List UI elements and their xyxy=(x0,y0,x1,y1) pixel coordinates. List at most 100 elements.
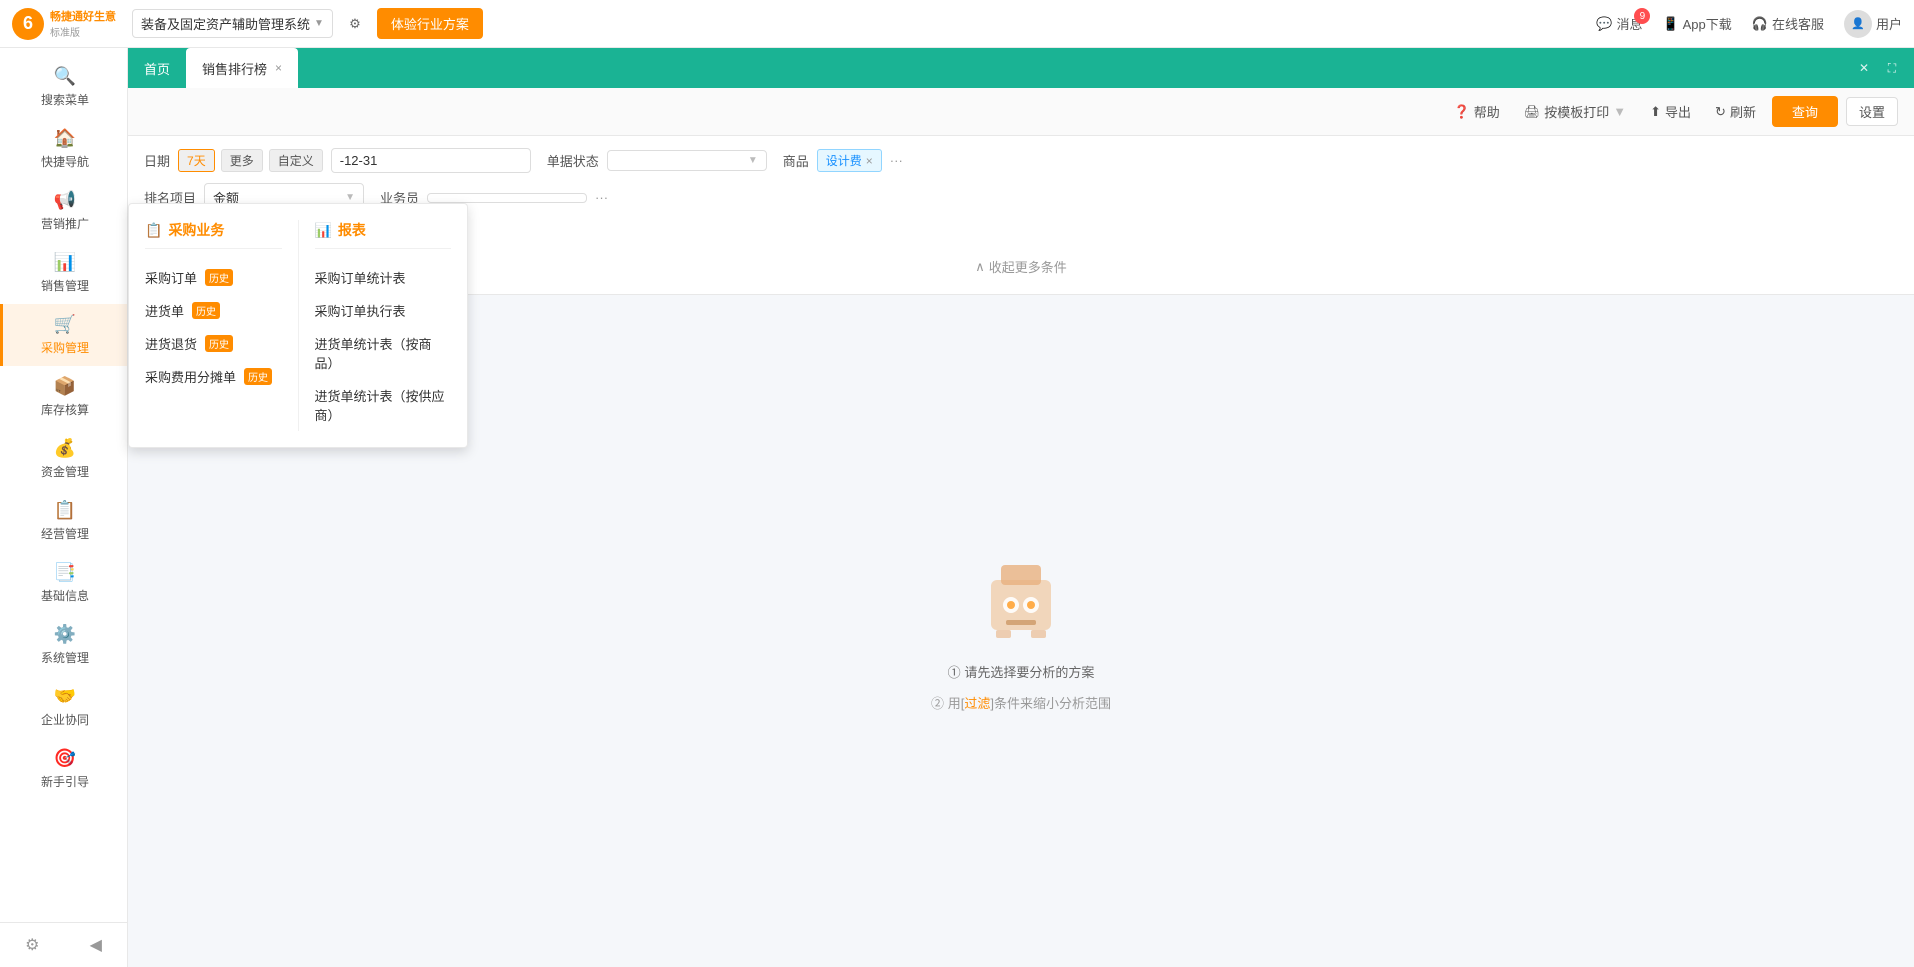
purchase-dropdown-menu: 📋 采购业务 采购订单 历史 进货单 历史 进货退货 历史 xyxy=(128,203,468,448)
sidebar-item-purchase[interactable]: 🛒 采购管理 xyxy=(0,304,127,366)
docstatus-input[interactable]: ▼ xyxy=(607,150,767,171)
empty-text-line2: ② 用[过滤]条件来缩小分析范围 xyxy=(931,693,1111,712)
sidebar-settings-button[interactable]: ⚙ xyxy=(25,935,39,955)
tab-sales-ranking[interactable]: 销售排行榜 × xyxy=(186,48,298,88)
menu-item-receipt-stats-goods[interactable]: 进货单统计表（按商品） xyxy=(315,327,452,379)
home-icon: 🏠 xyxy=(54,128,76,149)
gear-button[interactable]: ⚙ xyxy=(341,10,369,38)
collapse-icon: ∧ xyxy=(975,259,985,275)
history-badge: 历史 xyxy=(205,269,233,286)
search-icon: 🔍 xyxy=(54,66,76,87)
sidebar-item-marketing[interactable]: 📢 营销推广 xyxy=(0,180,127,242)
sidebar-item-system[interactable]: ⚙️ 系统管理 xyxy=(0,614,127,676)
tab-action-close-button[interactable]: ✕ xyxy=(1854,58,1874,78)
menu-col-business: 📋 采购业务 采购订单 历史 进货单 历史 进货退货 历史 xyxy=(145,220,282,431)
logo-area: 6 畅捷通好生意 标准版 xyxy=(12,8,116,40)
top-right-area: 💬 消息 9 📱 App下载 🎧 在线客服 👤 用户 xyxy=(1596,10,1902,38)
menu-col-business-title: 📋 采购业务 xyxy=(145,220,282,249)
rank-arrow-icon: ▼ xyxy=(345,192,355,203)
main-area: 🔍 搜索菜单 🏠 快捷导航 📢 营销推广 📊 销售管理 🛒 采购管 xyxy=(0,48,1914,967)
filter-docstatus-group: 单据状态 ▼ xyxy=(547,150,767,171)
empty-icon-2: ② xyxy=(931,696,944,711)
sidebar-item-operations[interactable]: 📋 经营管理 xyxy=(0,490,127,552)
sidebar-item-label: 快捷导航 xyxy=(41,153,89,170)
menu-col-reports: 📊 报表 采购订单统计表 采购订单执行表 进货单统计表（按商品） 进货单统计表（… xyxy=(298,220,452,431)
message-button[interactable]: 💬 消息 9 xyxy=(1596,14,1642,33)
menu-item-purchase-expense[interactable]: 采购费用分摊单 历史 xyxy=(145,360,282,393)
sidebar-item-label: 销售管理 xyxy=(41,277,89,294)
sales-icon: 📊 xyxy=(54,252,76,273)
logo-text: 畅捷通好生意 标准版 xyxy=(50,8,116,39)
marketing-icon: 📢 xyxy=(54,190,76,211)
sidebar-item-basic-info[interactable]: 📑 基础信息 xyxy=(0,552,127,614)
basic-info-icon: 📑 xyxy=(54,562,76,583)
tab-close-button[interactable]: × xyxy=(275,61,282,75)
refresh-button[interactable]: ↻ 刷新 xyxy=(1707,98,1764,125)
export-button[interactable]: ⬆ 导出 xyxy=(1642,98,1699,125)
gear-icon: ⚙ xyxy=(349,16,361,32)
system-icon: ⚙️ xyxy=(54,624,76,645)
date-value: -12-31 xyxy=(340,153,378,168)
tab-actions: ✕ ⛶ xyxy=(1854,58,1914,78)
menu-item-purchase-order[interactable]: 采购订单 历史 xyxy=(145,261,282,294)
reports-menu-icon: 📊 xyxy=(315,222,332,239)
sidebar-bottom: ⚙ ◀ xyxy=(0,922,127,967)
empty-text-line1: ① 请先选择要分析的方案 xyxy=(948,662,1095,681)
empty-illustration xyxy=(961,550,1081,650)
tab-action-maximize-button[interactable]: ⛶ xyxy=(1882,58,1902,78)
industry-button[interactable]: 体验行业方案 xyxy=(377,8,483,39)
empty-state: ① 请先选择要分析的方案 ② 用[过滤]条件来缩小分析范围 xyxy=(931,550,1111,712)
query-button[interactable]: 查询 xyxy=(1772,96,1838,127)
sidebar-item-label: 库存核算 xyxy=(41,401,89,418)
sidebar-item-sales[interactable]: 📊 销售管理 xyxy=(0,242,127,304)
help-button[interactable]: ❓ 帮助 xyxy=(1446,98,1508,125)
print-icon: 🖨 xyxy=(1524,104,1541,120)
sidebar-item-label: 企业协同 xyxy=(41,711,89,728)
goods-tag-close[interactable]: × xyxy=(866,154,873,168)
message-icon: 💬 xyxy=(1596,16,1612,32)
time-btn-7days[interactable]: 7天 xyxy=(178,149,215,172)
sidebar-item-label: 经营管理 xyxy=(41,525,89,542)
phone-icon: 📱 xyxy=(1662,16,1678,32)
sidebar-collapse-button[interactable]: ◀ xyxy=(90,935,102,955)
avatar: 👤 xyxy=(1844,10,1872,38)
sidebar-item-search[interactable]: 🔍 搜索菜单 xyxy=(0,56,127,118)
toolbar-right: ❓ 帮助 🖨 按模板打印 ▼ ⬆ 导出 ↻ 刷新 xyxy=(1446,96,1898,127)
sidebar-item-quicknav[interactable]: 🏠 快捷导航 xyxy=(0,118,127,180)
menu-item-po-stats[interactable]: 采购订单统计表 xyxy=(315,261,452,294)
tab-bar: 首页 销售排行榜 × ✕ ⛶ xyxy=(128,48,1914,88)
app-download-button[interactable]: 📱 App下载 xyxy=(1662,14,1731,33)
salesman-more-options[interactable]: ··· xyxy=(595,190,608,205)
sidebar-item-label: 新手引导 xyxy=(41,773,89,790)
user-button[interactable]: 👤 用户 xyxy=(1844,10,1902,38)
sidebar-item-inventory[interactable]: 📦 库存核算 xyxy=(0,366,127,428)
menu-item-goods-receipt[interactable]: 进货单 历史 xyxy=(145,294,282,327)
online-service-button[interactable]: 🎧 在线客服 xyxy=(1752,14,1824,33)
inventory-icon: 📦 xyxy=(54,376,76,397)
date-input[interactable]: -12-31 xyxy=(331,148,531,173)
print-dropdown-icon: ▼ xyxy=(1613,104,1626,119)
history-badge: 历史 xyxy=(205,335,233,352)
sidebar-item-newbie[interactable]: 🎯 新手引导 xyxy=(0,738,127,800)
settings-button[interactable]: 设置 xyxy=(1846,97,1898,126)
print-button[interactable]: 🖨 按模板打印 ▼ xyxy=(1516,98,1634,125)
menu-item-po-execute[interactable]: 采购订单执行表 xyxy=(315,294,452,327)
tab-home[interactable]: 首页 xyxy=(128,48,186,88)
system-title-dropdown[interactable]: 装备及固定资产辅助管理系统 ▼ xyxy=(132,9,333,38)
goods-more-options[interactable]: ··· xyxy=(890,153,903,168)
salesman-input[interactable] xyxy=(427,193,587,203)
menu-col-reports-title: 📊 报表 xyxy=(315,220,452,249)
filter-time-presets: 7天 更多 自定义 xyxy=(178,149,323,172)
collaboration-icon: 🤝 xyxy=(54,686,76,707)
goods-label: 商品 xyxy=(783,151,809,170)
time-btn-more[interactable]: 更多 xyxy=(221,149,263,172)
sidebar-item-finance[interactable]: 💰 资金管理 xyxy=(0,428,127,490)
sidebar-item-collaboration[interactable]: 🤝 企业协同 xyxy=(0,676,127,738)
refresh-icon: ↻ xyxy=(1715,104,1726,120)
time-btn-custom[interactable]: 自定义 xyxy=(269,149,323,172)
menu-item-receipt-stats-supplier[interactable]: 进货单统计表（按供应商） xyxy=(315,379,452,431)
content-area: 首页 销售排行榜 × ✕ ⛶ ❓ 帮助 xyxy=(128,48,1914,967)
menu-item-goods-return[interactable]: 进货退货 历史 xyxy=(145,327,282,360)
operations-icon: 📋 xyxy=(54,500,76,521)
toolbar: ❓ 帮助 🖨 按模板打印 ▼ ⬆ 导出 ↻ 刷新 xyxy=(128,88,1914,136)
